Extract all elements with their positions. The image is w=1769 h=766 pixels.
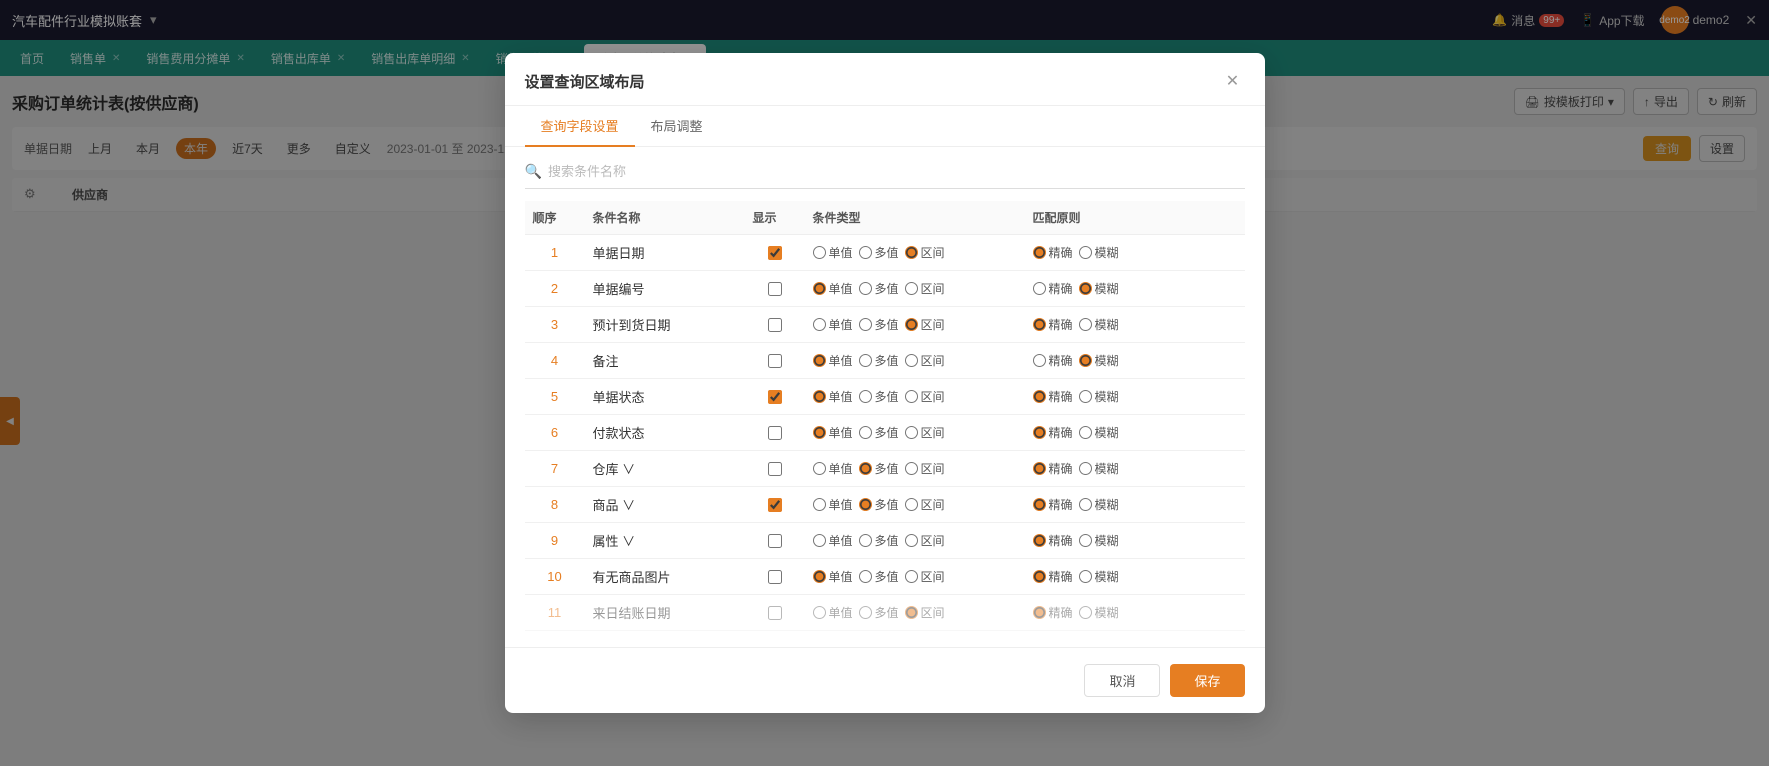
row-6-match: 精确 模糊 bbox=[1025, 424, 1225, 441]
row-1-name: 单据日期 bbox=[585, 243, 745, 262]
save-btn[interactable]: 保存 bbox=[1170, 664, 1244, 697]
row-10-name: 有无商品图片 bbox=[585, 567, 745, 586]
row-9-condition-type: 单值 多值 区间 bbox=[805, 532, 1025, 549]
row-8-display[interactable] bbox=[745, 498, 805, 512]
table-row: 4 备注 单值 多值 区间 精确 模糊 bbox=[525, 343, 1245, 379]
row-11-name: 来日结账日期 bbox=[585, 603, 745, 622]
row-4-name: 备注 bbox=[585, 351, 745, 370]
table-row: 8 商品 ∨ 单值 多值 区间 精确 模糊 bbox=[525, 487, 1245, 523]
table-row: 10 有无商品图片 单值 多值 区间 精确 模糊 bbox=[525, 559, 1245, 595]
row-10-display[interactable] bbox=[745, 570, 805, 584]
modal-tabs: 查询字段设置 布局调整 bbox=[505, 106, 1265, 147]
row-2-display[interactable] bbox=[745, 282, 805, 296]
row-2-name: 单据编号 bbox=[585, 279, 745, 298]
table-row: 6 付款状态 单值 多值 区间 精确 模糊 bbox=[525, 415, 1245, 451]
header-match: 匹配原则 bbox=[1025, 209, 1225, 226]
row-11-display[interactable] bbox=[745, 606, 805, 620]
modal-search-bar: 🔍 bbox=[525, 163, 1245, 189]
modal-header: 设置查询区域布局 ✕ bbox=[505, 53, 1265, 106]
table-row: 1 单据日期 单值 多值 区间 精确 模糊 bbox=[525, 235, 1245, 271]
row-5-name: 单据状态 bbox=[585, 387, 745, 406]
row-8-name: 商品 ∨ bbox=[585, 495, 745, 514]
row-7-order: 7 bbox=[525, 461, 585, 476]
row-11-condition-type: 单值 多值 区间 bbox=[805, 604, 1025, 621]
table-row: 11 来日结账日期 单值 多值 区间 精确 模糊 bbox=[525, 595, 1245, 631]
modal-overlay: 设置查询区域布局 ✕ 查询字段设置 布局调整 🔍 顺序 bbox=[0, 0, 1769, 766]
table-row: 7 仓库 ∨ 单值 多值 区间 精确 模糊 bbox=[525, 451, 1245, 487]
row-9-match: 精确 模糊 bbox=[1025, 532, 1225, 549]
row-10-match: 精确 模糊 bbox=[1025, 568, 1225, 585]
row-7-match: 精确 模糊 bbox=[1025, 460, 1225, 477]
row-6-name: 付款状态 bbox=[585, 423, 745, 442]
header-display: 显示 bbox=[745, 209, 805, 226]
row-9-name: 属性 ∨ bbox=[585, 531, 745, 550]
modal-footer: 取消 保存 bbox=[505, 647, 1265, 713]
row-5-order: 5 bbox=[525, 389, 585, 404]
search-icon: 🔍 bbox=[525, 163, 542, 180]
row-1-match: 精确 模糊 bbox=[1025, 244, 1225, 261]
row-6-condition-type: 单值 多值 区间 bbox=[805, 424, 1025, 441]
modal-close-btn[interactable]: ✕ bbox=[1221, 69, 1245, 93]
table-row: 5 单据状态 单值 多值 区间 精确 模糊 bbox=[525, 379, 1245, 415]
row-7-condition-type: 单值 多值 区间 bbox=[805, 460, 1025, 477]
row-3-match: 精确 模糊 bbox=[1025, 316, 1225, 333]
row-10-condition-type: 单值 多值 区间 bbox=[805, 568, 1025, 585]
modal-settings: 设置查询区域布局 ✕ 查询字段设置 布局调整 🔍 顺序 bbox=[505, 53, 1265, 713]
row-11-order: 11 bbox=[525, 605, 585, 620]
row-3-condition-type: 单值 多值 区间 bbox=[805, 316, 1025, 333]
row-4-condition-type: 单值 多值 区间 bbox=[805, 352, 1025, 369]
row-2-match: 精确 模糊 bbox=[1025, 280, 1225, 297]
row-2-condition-type: 单值 多值 区间 bbox=[805, 280, 1025, 297]
row-9-display[interactable] bbox=[745, 534, 805, 548]
row-11-match: 精确 模糊 bbox=[1025, 604, 1225, 621]
row-1-condition-type: 单值 多值 区间 bbox=[805, 244, 1025, 261]
row-8-order: 8 bbox=[525, 497, 585, 512]
row-4-display[interactable] bbox=[745, 354, 805, 368]
header-order: 顺序 bbox=[525, 209, 585, 226]
table-row: 2 单据编号 单值 多值 区间 精确 模糊 bbox=[525, 271, 1245, 307]
row-3-display[interactable] bbox=[745, 318, 805, 332]
modal-tab-layout[interactable]: 布局调整 bbox=[635, 106, 719, 147]
row-5-display[interactable] bbox=[745, 390, 805, 404]
row-3-name: 预计到货日期 bbox=[585, 315, 745, 334]
row-9-order: 9 bbox=[525, 533, 585, 548]
row-10-order: 10 bbox=[525, 569, 585, 584]
row-8-match: 精确 模糊 bbox=[1025, 496, 1225, 513]
row-4-order: 4 bbox=[525, 353, 585, 368]
row-3-order: 3 bbox=[525, 317, 585, 332]
header-name: 条件名称 bbox=[585, 209, 745, 226]
table-row: 3 预计到货日期 单值 多值 区间 精确 模糊 bbox=[525, 307, 1245, 343]
modal-table-header: 顺序 条件名称 显示 条件类型 匹配原则 bbox=[525, 201, 1245, 235]
row-5-condition-type: 单值 多值 区间 bbox=[805, 388, 1025, 405]
search-input[interactable] bbox=[548, 164, 748, 179]
modal-body: 🔍 顺序 条件名称 显示 条件类型 匹配原则 1 单据日期 bbox=[505, 147, 1265, 647]
row-5-match: 精确 模糊 bbox=[1025, 388, 1225, 405]
table-row: 9 属性 ∨ 单值 多值 区间 精确 模糊 bbox=[525, 523, 1245, 559]
row-1-order: 1 bbox=[525, 245, 585, 260]
modal-title: 设置查询区域布局 bbox=[525, 71, 645, 92]
row-6-display[interactable] bbox=[745, 426, 805, 440]
header-condition-type: 条件类型 bbox=[805, 209, 1025, 226]
modal-table: 顺序 条件名称 显示 条件类型 匹配原则 1 单据日期 单值 多值 bbox=[525, 201, 1245, 631]
row-8-condition-type: 单值 多值 区间 bbox=[805, 496, 1025, 513]
row-2-order: 2 bbox=[525, 281, 585, 296]
cancel-btn[interactable]: 取消 bbox=[1084, 664, 1160, 697]
row-7-name: 仓库 ∨ bbox=[585, 459, 745, 478]
row-4-match: 精确 模糊 bbox=[1025, 352, 1225, 369]
row-7-display[interactable] bbox=[745, 462, 805, 476]
row-1-display[interactable] bbox=[745, 246, 805, 260]
modal-tab-query[interactable]: 查询字段设置 bbox=[525, 106, 635, 147]
row-6-order: 6 bbox=[525, 425, 585, 440]
